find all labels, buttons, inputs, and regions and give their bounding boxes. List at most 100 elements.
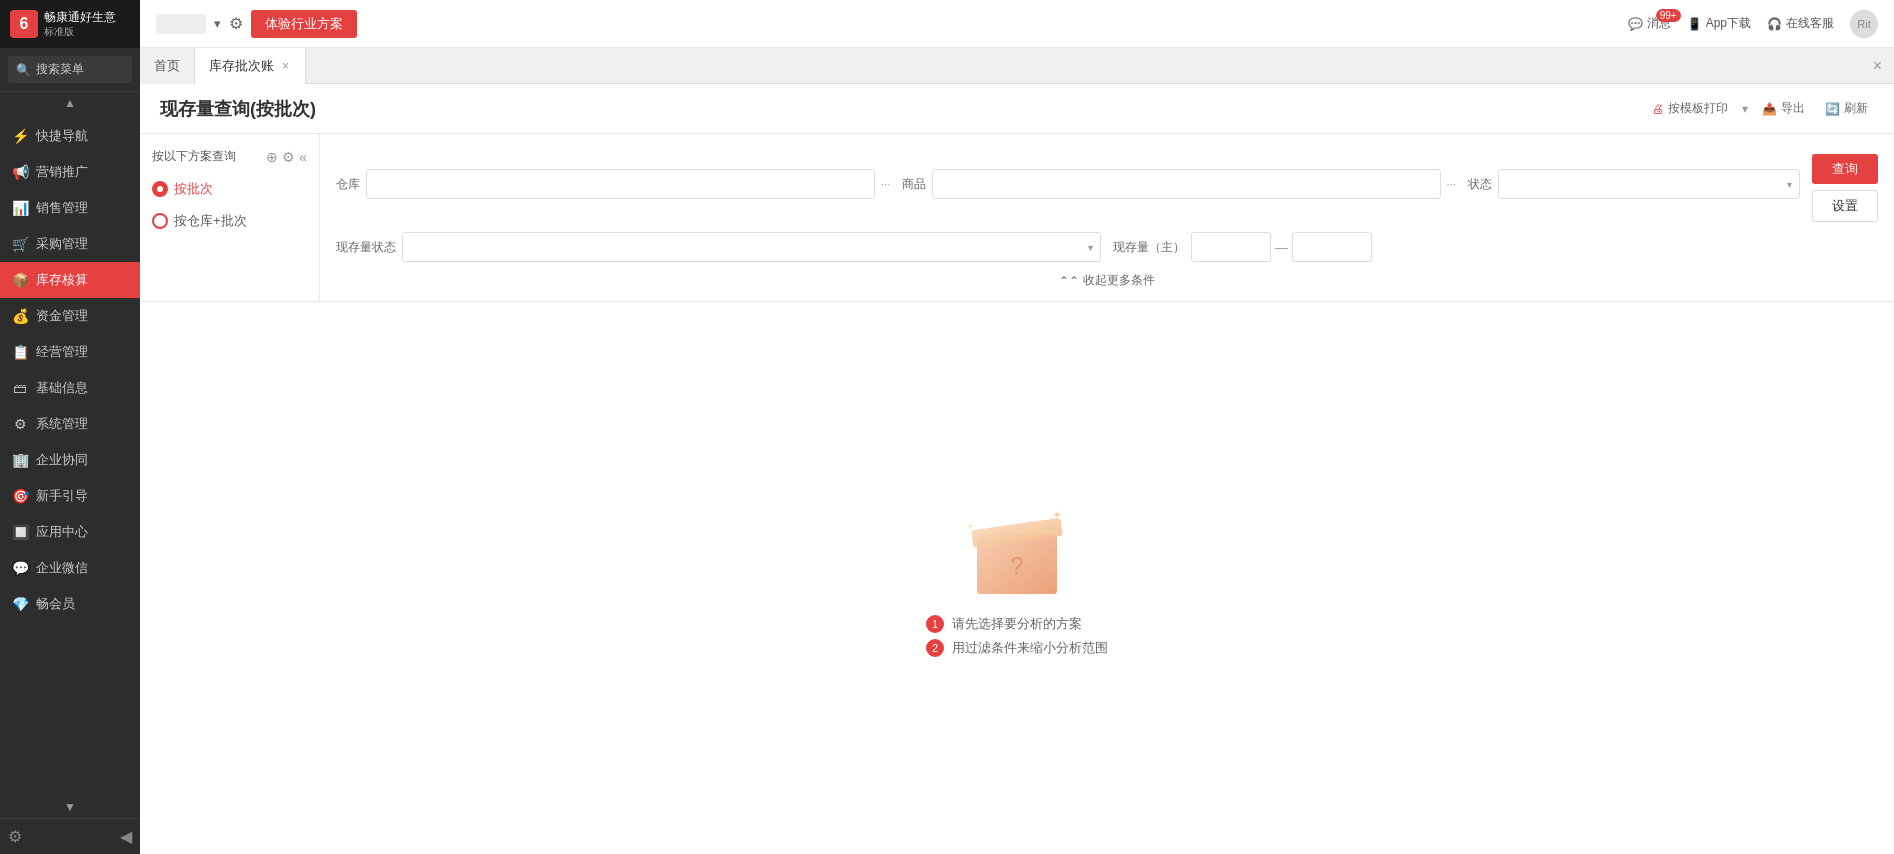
sidebar-item-vip[interactable]: 💎 畅会员 (0, 586, 140, 622)
system-icon: ⚙ (12, 416, 28, 432)
status-label: 状态 (1468, 176, 1492, 193)
scheme-settings-button[interactable]: ⚙ (282, 150, 295, 164)
sidebar-scroll-down[interactable]: ▼ (62, 798, 78, 816)
page-actions: 🖨 按模板打印 ▾ 📤 导出 🔄 刷新 (1646, 96, 1874, 121)
sidebar-item-inventory[interactable]: 📦 库存核算 (0, 262, 140, 298)
search-menu-button[interactable]: 🔍 搜索菜单 (8, 56, 132, 83)
quick-nav-icon: ⚡ (12, 128, 28, 144)
topbar-right: 💬 消息 99+ 📱 App下载 🎧 在线客服 Rit (1628, 10, 1878, 38)
app-title: 畅康通好生意 标准版 (44, 10, 116, 39)
sidebar-item-finance[interactable]: 💰 资金管理 (0, 298, 140, 334)
scheme-add-button[interactable]: ⊕ (266, 150, 278, 164)
filter-buttons: 查询 设置 (1812, 146, 1878, 222)
sidebar-settings-button[interactable]: ⚙ (8, 827, 22, 846)
sidebar: 6 畅康通好生意 标准版 🔍 搜索菜单 ▲ ⚡ 快捷导航 📢 营销推广 📊 销售… (0, 0, 140, 854)
chevron-up-icon: ⌃⌃ (1059, 274, 1079, 288)
print-dropdown-button[interactable]: ▾ (1742, 102, 1748, 116)
refresh-button[interactable]: 🔄 刷新 (1819, 96, 1874, 121)
scheme-radio-inactive (152, 213, 168, 229)
product-more-button[interactable]: ··· (1447, 178, 1456, 190)
print-icon: 🖨 (1652, 102, 1664, 116)
tabbar: 首页 库存批次账 × × (140, 48, 1894, 84)
print-template-button[interactable]: 🖨 按模板打印 (1646, 96, 1734, 121)
sidebar-item-system[interactable]: ⚙ 系统管理 (0, 406, 140, 442)
operation-icon: 📋 (12, 344, 28, 360)
collapse-icon: « (299, 149, 307, 165)
sidebar-item-wechat[interactable]: 💬 企业微信 (0, 550, 140, 586)
scheme-item-batch[interactable]: 按批次 (140, 173, 319, 205)
stock-qty-range: — (1191, 232, 1372, 262)
app-download-button[interactable]: 📱 App下载 (1687, 15, 1751, 32)
empty-box-svg: ? ✦ ✦ (957, 499, 1077, 599)
warehouse-more-button[interactable]: ··· (881, 178, 890, 190)
warehouse-filter-group: 仓库 ··· (336, 169, 890, 199)
tab-home[interactable]: 首页 (140, 48, 195, 84)
stock-status-select[interactable] (402, 232, 1101, 262)
filter-row-1: 仓库 ··· 商品 ··· 状态 (336, 146, 1878, 222)
scheme-item-warehouse-batch[interactable]: 按仓库+批次 (140, 205, 319, 237)
sidebar-item-newbie[interactable]: 🎯 新手引导 (0, 478, 140, 514)
sidebar-item-sales[interactable]: 📊 销售管理 (0, 190, 140, 226)
tip-num-1: 1 (926, 615, 944, 633)
status-select-wrapper: ▾ (1498, 169, 1800, 199)
apps-icon: 🔲 (12, 524, 28, 540)
stock-qty-max-input[interactable] (1292, 232, 1372, 262)
inventory-icon: 📦 (12, 272, 28, 288)
filter-row-2: 现存量状态 ▾ 现存量（主） — (336, 232, 1878, 262)
stock-qty-min-input[interactable] (1191, 232, 1271, 262)
sidebar-collapse-button[interactable]: ◀ (120, 827, 132, 846)
sidebar-item-enterprise[interactable]: 🏢 企业协同 (0, 442, 140, 478)
online-service-button[interactable]: 🎧 在线客服 (1767, 15, 1834, 32)
newbie-icon: 🎯 (12, 488, 28, 504)
sidebar-header: 6 畅康通好生意 标准版 (0, 0, 140, 48)
export-button[interactable]: 📤 导出 (1756, 96, 1811, 121)
topbar-dropdown-button[interactable]: ▾ (214, 16, 221, 31)
gear-icon: ⚙ (229, 15, 243, 32)
warehouse-input[interactable] (366, 169, 875, 199)
stock-qty-filter-group: 现存量（主） — (1113, 232, 1878, 262)
page-header: 现存量查询(按批次) 🖨 按模板打印 ▾ 📤 导出 🔄 刷新 (140, 84, 1894, 134)
sidebar-item-operation[interactable]: 📋 经营管理 (0, 334, 140, 370)
tab-close-button[interactable]: × (280, 59, 291, 73)
gear-small-icon: ⚙ (282, 149, 295, 165)
query-button[interactable]: 查询 (1812, 154, 1878, 184)
tab-panel-close-button[interactable]: × (1861, 48, 1894, 84)
status-select[interactable] (1498, 169, 1800, 199)
settings-icon: ⚙ (8, 828, 22, 845)
finance-icon: 💰 (12, 308, 28, 324)
stock-qty-label: 现存量（主） (1113, 239, 1185, 256)
experience-industry-button[interactable]: 体验行业方案 (251, 10, 357, 38)
stock-status-filter-group: 现存量状态 ▾ (336, 232, 1101, 262)
download-icon: 📱 (1687, 17, 1702, 31)
product-input[interactable] (932, 169, 1441, 199)
vip-icon: 💎 (12, 596, 28, 612)
content-area: 现存量查询(按批次) 🖨 按模板打印 ▾ 📤 导出 🔄 刷新 (140, 84, 1894, 854)
headset-icon: 🎧 (1767, 17, 1782, 31)
purchase-icon: 🛒 (12, 236, 28, 252)
page-title: 现存量查询(按批次) (160, 97, 316, 121)
tip-text-1: 请先选择要分析的方案 (952, 615, 1082, 633)
topbar: ▾ ⚙ 体验行业方案 💬 消息 99+ 📱 App下载 🎧 在线客服 (140, 0, 1894, 48)
scheme-radio-active (152, 181, 168, 197)
product-label: 商品 (902, 176, 926, 193)
sidebar-scroll-up[interactable]: ▲ (62, 94, 78, 112)
collapse-more-conditions-button[interactable]: ⌃⌃ 收起更多条件 (1059, 272, 1155, 289)
tip-text-2: 用过滤条件来缩小分析范围 (952, 639, 1108, 657)
sidebar-item-purchase[interactable]: 🛒 采购管理 (0, 226, 140, 262)
filter-settings-button[interactable]: 设置 (1812, 190, 1878, 222)
topbar-settings-button[interactable]: ⚙ (229, 14, 243, 33)
sidebar-item-basic[interactable]: 🗃 基础信息 (0, 370, 140, 406)
user-avatar[interactable]: Rit (1850, 10, 1878, 38)
sidebar-item-apps[interactable]: 🔲 应用中心 (0, 514, 140, 550)
empty-tip-1: 1 请先选择要分析的方案 (926, 615, 1108, 633)
messages-badge: 99+ (1656, 9, 1681, 22)
empty-illustration: ? ✦ ✦ (957, 499, 1077, 599)
messages-button[interactable]: 💬 消息 99+ (1628, 15, 1671, 32)
collapse-icon: ◀ (120, 828, 132, 845)
tab-inventory-batch[interactable]: 库存批次账 × (195, 48, 306, 84)
scheme-collapse-button[interactable]: « (299, 150, 307, 164)
range-separator: — (1275, 240, 1288, 255)
sidebar-item-marketing[interactable]: 📢 营销推广 (0, 154, 140, 190)
filter-panel: 按以下方案查询 ⊕ ⚙ « (140, 134, 1894, 302)
sidebar-item-quick-nav[interactable]: ⚡ 快捷导航 (0, 118, 140, 154)
